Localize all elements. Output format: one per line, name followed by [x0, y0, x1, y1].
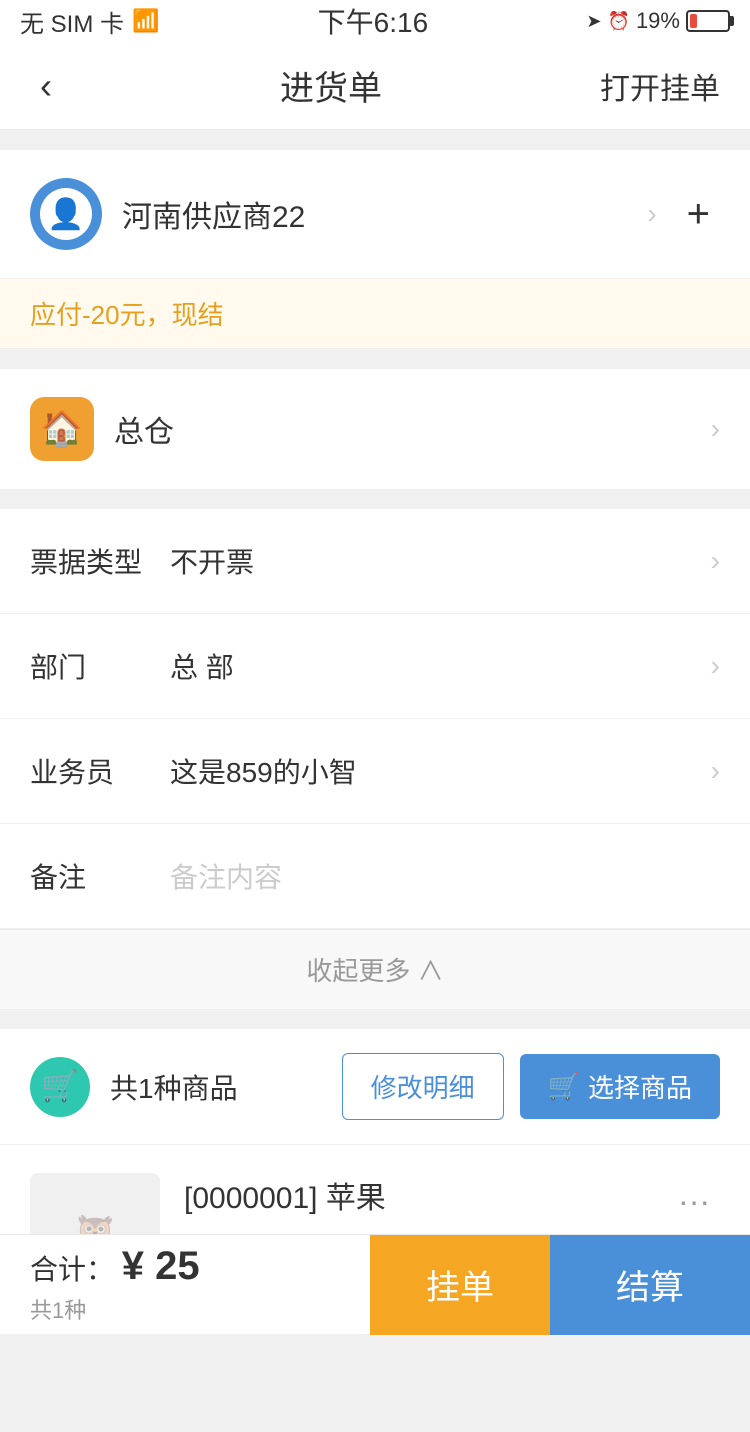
add-supplier-button[interactable]: + [677, 192, 720, 237]
bottom-bar: 合计： ¥ 25 共1种 挂单 结算 [0, 1234, 750, 1334]
supplier-chevron-icon: › [647, 198, 656, 230]
total-section: 合计： ¥ 25 共1种 [0, 1244, 370, 1325]
remark-value[interactable]: 备注内容 [150, 856, 720, 896]
warehouse-chevron-icon: › [711, 413, 720, 445]
open-hang-button[interactable]: 打开挂单 [600, 64, 720, 108]
modify-detail-button[interactable]: 修改明细 [342, 1053, 504, 1120]
department-chevron-icon: › [711, 650, 720, 682]
product-title: 苹果 [326, 1182, 386, 1215]
collapse-label: 收起更多 ∧ [306, 951, 443, 988]
hang-button[interactable]: 挂单 [370, 1235, 550, 1335]
status-bar: 无 SIM 卡 📶 下午6:16 ➤ ⏰ 19% [0, 0, 750, 42]
products-icon-wrap: 🛒 [30, 1057, 90, 1117]
salesperson-label: 业务员 [30, 751, 150, 791]
divider-2 [0, 349, 750, 369]
battery-icon [686, 10, 730, 32]
supplier-section: 👤 河南供应商22 › + 应付-20元，现结 [0, 150, 750, 349]
back-button[interactable]: ‹ [30, 55, 62, 117]
select-label: 选择商品 [588, 1068, 692, 1105]
salesperson-chevron-icon: › [711, 755, 720, 787]
products-header: 🛒 共1种商品 修改明细 🛒 选择商品 [0, 1029, 750, 1145]
products-count: 共1种商品 [110, 1067, 342, 1107]
page-title: 进货单 [280, 61, 382, 110]
select-product-button[interactable]: 🛒 选择商品 [520, 1054, 720, 1119]
invoice-type-value: 不开票 [150, 541, 711, 581]
invoice-type-label: 票据类型 [30, 541, 150, 581]
status-time: 下午6:16 [318, 1, 429, 41]
total-row: 合计： ¥ 25 [30, 1244, 340, 1289]
status-right: ➤ ⏰ 19% [586, 8, 730, 34]
form-row-invoice-type[interactable]: 票据类型 不开票 › [0, 509, 750, 614]
form-row-remark[interactable]: 备注 备注内容 [0, 824, 750, 929]
department-value: 总 部 [150, 646, 711, 686]
status-left: 无 SIM 卡 📶 [20, 4, 159, 39]
total-amount-value: ¥ 25 [122, 1244, 200, 1288]
location-icon: ➤ [586, 11, 601, 32]
checkout-button[interactable]: 结算 [550, 1235, 750, 1335]
product-code: [0000001] [184, 1182, 317, 1215]
wifi-icon: 📶 [132, 8, 159, 34]
warehouse-name: 总仓 [114, 407, 711, 451]
warehouse-icon-wrap: 🏠 [30, 397, 94, 461]
product-name: [0000001] 苹果 [184, 1173, 668, 1217]
select-icon: 🛒 [548, 1071, 580, 1102]
divider-3 [0, 489, 750, 509]
avatar: 👤 [30, 178, 102, 250]
warehouse-icon: 🏠 [41, 409, 83, 449]
invoice-type-chevron-icon: › [711, 545, 720, 577]
supplier-row[interactable]: 👤 河南供应商22 › + [0, 150, 750, 279]
salesperson-value: 这是859的小智 [150, 751, 711, 791]
warehouse-row[interactable]: 🏠 总仓 › [0, 369, 750, 489]
form-section: 票据类型 不开票 › 部门 总 部 › 业务员 这是859的小智 › 备注 备注… [0, 509, 750, 929]
battery-label: 19% [636, 8, 680, 34]
product-more-button[interactable]: ··· [668, 1173, 720, 1230]
avatar-icon: 👤 [47, 197, 84, 232]
alarm-icon: ⏰ [608, 11, 630, 32]
department-label: 部门 [30, 646, 150, 686]
remark-label: 备注 [30, 856, 150, 896]
cart-icon: 🛒 [41, 1069, 78, 1104]
collapse-button[interactable]: 收起更多 ∧ [0, 929, 750, 1009]
form-row-salesperson[interactable]: 业务员 这是859的小智 › [0, 719, 750, 824]
total-label: 合计： [30, 1254, 114, 1285]
supplier-name: 河南供应商22 [122, 192, 647, 236]
nav-bar: ‹ 进货单 打开挂单 [0, 42, 750, 130]
payment-tag: 应付-20元，现结 [0, 279, 750, 349]
bottom-spacer [0, 1332, 750, 1432]
total-count: 共1种 [30, 1293, 340, 1325]
warehouse-section[interactable]: 🏠 总仓 › [0, 369, 750, 489]
carrier-label: 无 SIM 卡 [20, 4, 124, 39]
form-row-department[interactable]: 部门 总 部 › [0, 614, 750, 719]
divider-1 [0, 130, 750, 150]
